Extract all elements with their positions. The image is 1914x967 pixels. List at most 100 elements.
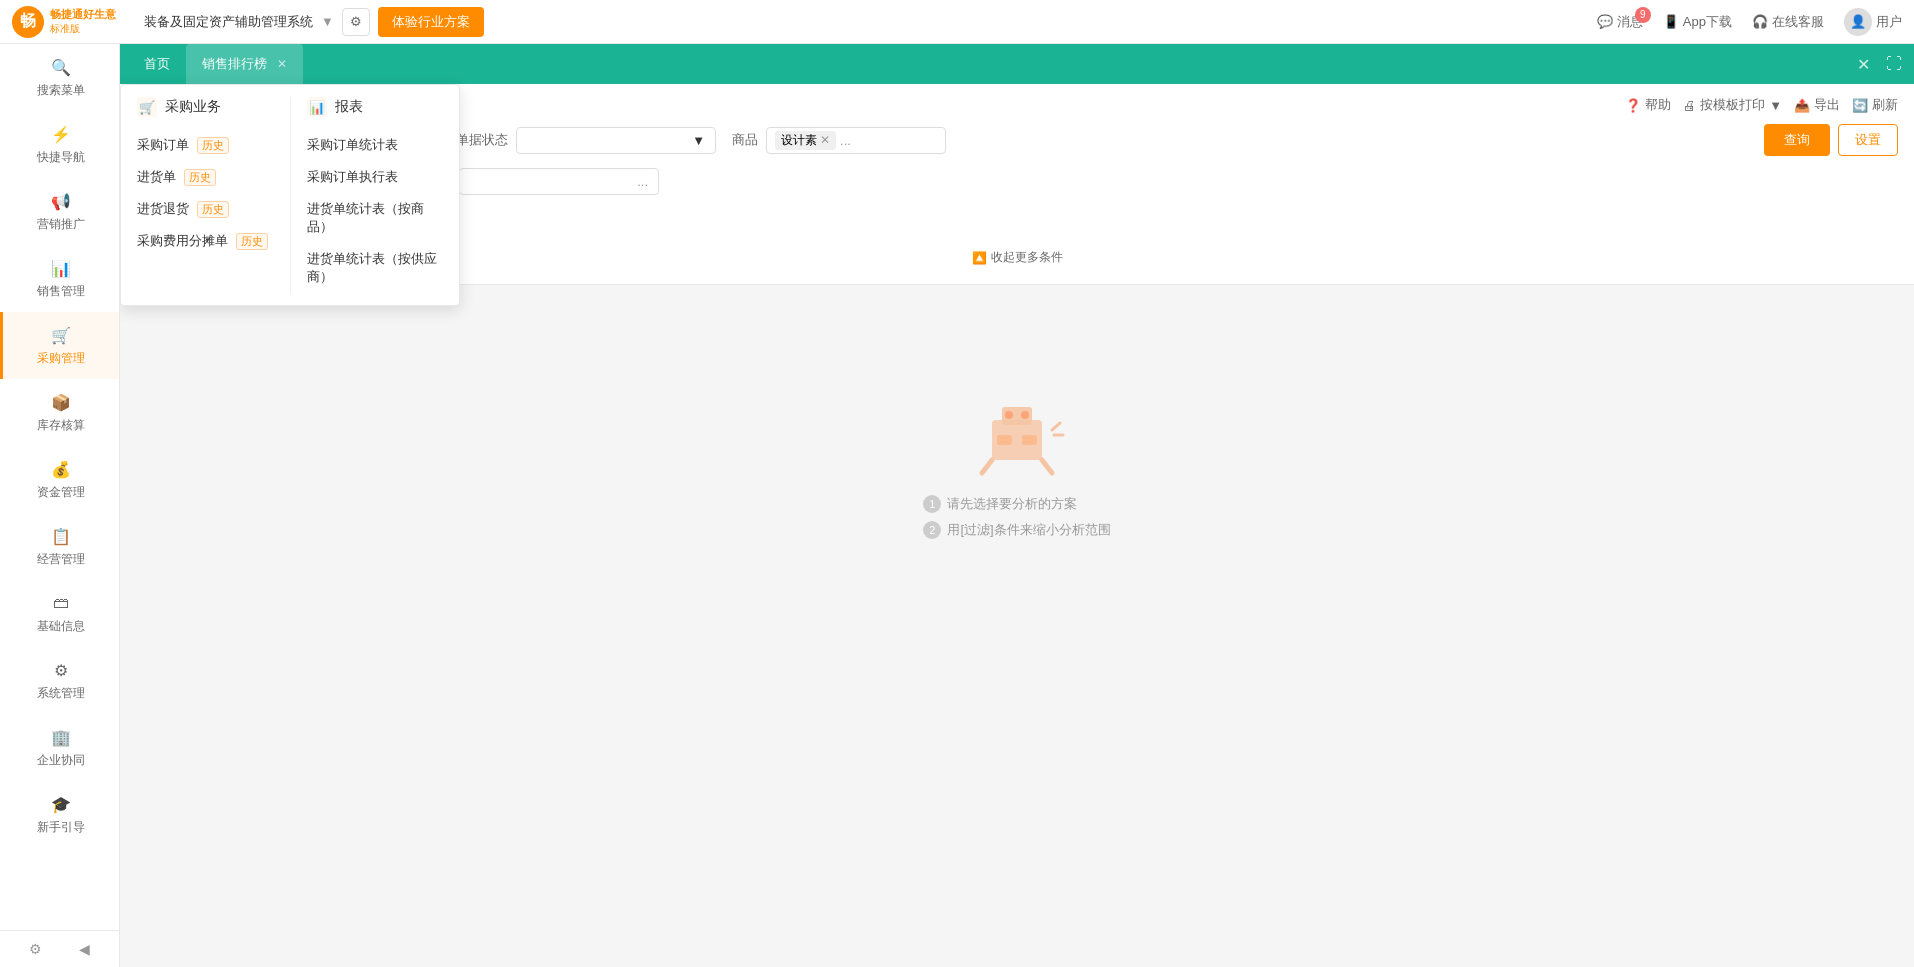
svg-rect-4 bbox=[997, 435, 1012, 445]
title-dropdown-icon[interactable]: ▼ bbox=[321, 14, 334, 29]
doc-status-filter-item: 单据状态 ▼ bbox=[456, 127, 716, 154]
online-service-button[interactable]: 🎧 在线客服 bbox=[1752, 13, 1824, 31]
system-icon: ⚙ bbox=[50, 659, 72, 681]
sidebar-item-purchase[interactable]: 🛒 采购管理 bbox=[0, 312, 119, 379]
inventory-icon: 📦 bbox=[50, 391, 72, 413]
sidebar-label-inventory: 库存核算 bbox=[37, 417, 85, 434]
sidebar-item-marketing[interactable]: 📢 营销推广 bbox=[0, 178, 119, 245]
sidebar-label-finance: 资金管理 bbox=[37, 484, 85, 501]
empty-step-1: 1 请先选择要分析的方案 bbox=[923, 495, 1110, 513]
goods-tag: 设计素 ✕ bbox=[775, 131, 836, 150]
tab-close-button[interactable]: ✕ bbox=[1853, 55, 1874, 74]
empty-step-2: 2 用[过滤]条件来缩小分析范围 bbox=[923, 521, 1110, 539]
sidebar-item-newbie[interactable]: 🎓 新手引导 bbox=[0, 781, 119, 848]
doc-status-select[interactable]: ▼ bbox=[516, 127, 716, 154]
incoming-goods-label: 进货单统计表（按商品） bbox=[307, 200, 444, 236]
dropdown-item-expense[interactable]: 采购费用分摊单 历史 bbox=[137, 225, 274, 257]
return-history-badge: 历史 bbox=[197, 201, 229, 218]
sidebar-item-finance[interactable]: 💰 资金管理 bbox=[0, 446, 119, 513]
tab-sales-rank[interactable]: 销售排行榜 ✕ bbox=[186, 44, 303, 84]
sidebar-item-sales[interactable]: 📊 销售管理 bbox=[0, 245, 119, 312]
dropdown-item-incoming[interactable]: 进货单 历史 bbox=[137, 161, 274, 193]
dropdown-content: 🛒 采购业务 采购订单 历史 进货单 历史 进货退货 bbox=[121, 97, 459, 293]
sidebar-item-basic[interactable]: 🗃 基础信息 bbox=[0, 580, 119, 647]
user-label: 用户 bbox=[1876, 13, 1902, 31]
svg-line-6 bbox=[982, 460, 992, 473]
incoming-label: 进货单 bbox=[137, 168, 176, 186]
phone-icon: 📱 bbox=[1663, 14, 1679, 29]
goods-tag-container[interactable]: 设计素 ✕ ... bbox=[766, 127, 946, 154]
query-button[interactable]: 查询 bbox=[1764, 124, 1830, 156]
doc-status-dropdown-icon: ▼ bbox=[692, 133, 705, 148]
order-stats-label: 采购订单统计表 bbox=[307, 136, 398, 154]
operation-icon: 📋 bbox=[50, 525, 72, 547]
main-layout: 🔍 搜索菜单 ⚡ 快捷导航 📢 营销推广 📊 销售管理 🛒 采购管理 📦 库存核… bbox=[0, 44, 1914, 967]
purchase-col-icon: 🛒 bbox=[137, 97, 157, 117]
goods-tag-label: 设计素 bbox=[781, 132, 817, 149]
tab-maximize-button[interactable]: ⛶ bbox=[1882, 55, 1906, 74]
incoming-supplier-label: 进货单统计表（按供应商） bbox=[307, 250, 444, 286]
empty-illustration bbox=[967, 385, 1067, 485]
header-right: 💬 消息 9 📱 App下载 🎧 在线客服 👤 用户 bbox=[1597, 8, 1902, 36]
user-button[interactable]: 👤 用户 bbox=[1844, 8, 1902, 36]
finance-icon: 💰 bbox=[50, 458, 72, 480]
sidebar-collapse-button[interactable]: ◀ bbox=[79, 941, 90, 957]
system-settings-button[interactable]: ⚙ bbox=[342, 8, 370, 36]
sidebar-item-system[interactable]: ⚙ 系统管理 bbox=[0, 647, 119, 714]
sidebar-label-marketing: 营销推广 bbox=[37, 216, 85, 233]
export-icon: 📤 bbox=[1794, 98, 1810, 113]
sidebar-item-inventory[interactable]: 📦 库存核算 bbox=[0, 379, 119, 446]
goods-more-dots[interactable]: ... bbox=[840, 133, 851, 148]
sales-icon: 📊 bbox=[50, 257, 72, 279]
dropdown-item-incoming-goods[interactable]: 进货单统计表（按商品） bbox=[307, 193, 444, 243]
dropdown-item-return[interactable]: 进货退货 历史 bbox=[137, 193, 274, 225]
dropdown-item-purchase-order[interactable]: 采购订单 历史 bbox=[137, 129, 274, 161]
print-dropdown-icon: ▼ bbox=[1769, 98, 1782, 113]
salesman-select[interactable]: ... bbox=[459, 168, 659, 195]
collapse-icon: 🔼 bbox=[972, 251, 987, 265]
online-service-label: 在线客服 bbox=[1772, 13, 1824, 31]
newbie-icon: 🎓 bbox=[50, 793, 72, 815]
purchase-col-title: 采购业务 bbox=[165, 98, 221, 116]
doc-status-label: 单据状态 bbox=[456, 131, 508, 149]
logo-icon: 畅 bbox=[12, 6, 44, 38]
dropdown-item-order-exec[interactable]: 采购订单执行表 bbox=[307, 161, 444, 193]
help-icon: ❓ bbox=[1625, 98, 1641, 113]
step-2-num: 2 bbox=[923, 521, 941, 539]
return-label: 进货退货 bbox=[137, 200, 189, 218]
message-button[interactable]: 💬 消息 9 bbox=[1597, 13, 1643, 31]
export-button[interactable]: 📤 导出 bbox=[1794, 96, 1840, 114]
help-label: 帮助 bbox=[1645, 96, 1671, 114]
step-2-text: 用[过滤]条件来缩小分析范围 bbox=[947, 521, 1110, 539]
sidebar-settings-button[interactable]: ⚙ bbox=[29, 941, 42, 957]
tab-bar: 首页 销售排行榜 ✕ ✕ ⛶ bbox=[120, 44, 1914, 84]
sidebar-item-enterprise[interactable]: 🏢 企业协同 bbox=[0, 714, 119, 781]
goods-label: 商品 bbox=[732, 131, 758, 149]
dropdown-item-incoming-supplier[interactable]: 进货单统计表（按供应商） bbox=[307, 243, 444, 293]
settings-button[interactable]: 设置 bbox=[1838, 124, 1898, 156]
report-col-header: 📊 报表 bbox=[307, 97, 444, 117]
refresh-label: 刷新 bbox=[1872, 96, 1898, 114]
app-download-button[interactable]: 📱 App下载 bbox=[1663, 13, 1732, 31]
dropdown-item-order-stats[interactable]: 采购订单统计表 bbox=[307, 129, 444, 161]
query-buttons: 查询 设置 bbox=[1764, 124, 1898, 156]
print-template-label: 按模板打印 bbox=[1700, 96, 1765, 114]
tab-home[interactable]: 首页 bbox=[128, 44, 186, 84]
step-1-num: 1 bbox=[923, 495, 941, 513]
industry-solution-button[interactable]: 体验行业方案 bbox=[378, 7, 484, 37]
sidebar-label-search: 搜索菜单 bbox=[37, 82, 85, 99]
print-template-button[interactable]: 🖨 按模板打印 ▼ bbox=[1683, 96, 1782, 114]
tab-sales-rank-label: 销售排行榜 bbox=[202, 55, 267, 73]
tab-area-wrapper: 首页 销售排行榜 ✕ ✕ ⛶ 🛒 采购业 bbox=[120, 44, 1914, 84]
step-1-text: 请先选择要分析的方案 bbox=[947, 495, 1077, 513]
sidebar-item-quick-nav[interactable]: ⚡ 快捷导航 bbox=[0, 111, 119, 178]
help-button[interactable]: ❓ 帮助 bbox=[1625, 96, 1671, 114]
sidebar-item-search[interactable]: 🔍 搜索菜单 bbox=[0, 44, 119, 111]
goods-tag-close[interactable]: ✕ bbox=[820, 133, 830, 147]
sidebar-label-sales: 销售管理 bbox=[37, 283, 85, 300]
report-col-icon: 📊 bbox=[307, 97, 327, 117]
sidebar-item-operation[interactable]: 📋 经营管理 bbox=[0, 513, 119, 580]
app-download-label: App下载 bbox=[1683, 13, 1732, 31]
refresh-button[interactable]: 🔄 刷新 bbox=[1852, 96, 1898, 114]
tab-close-icon[interactable]: ✕ bbox=[277, 57, 287, 71]
